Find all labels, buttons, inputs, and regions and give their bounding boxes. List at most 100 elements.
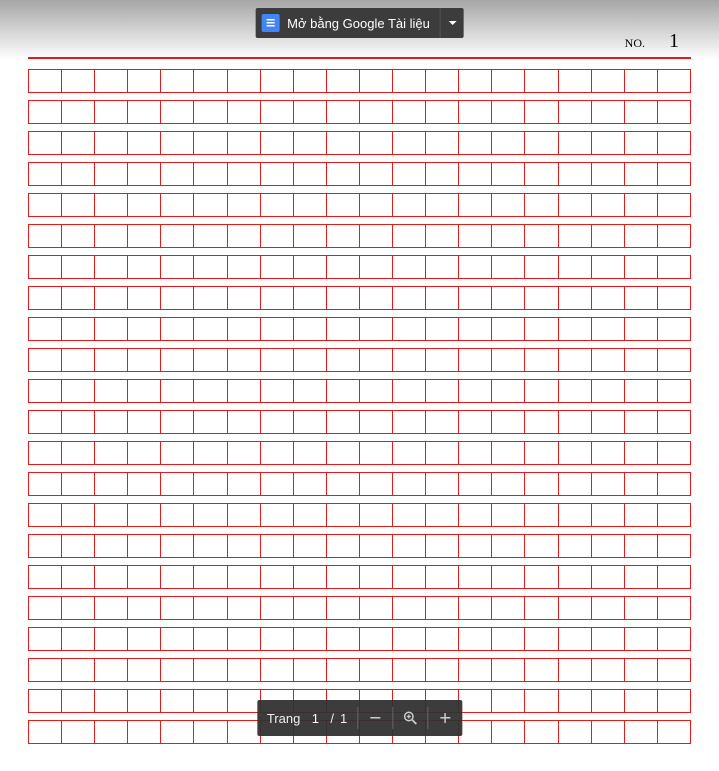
grid-cell [326,597,359,619]
grid-cell [558,566,591,588]
page-current-input[interactable]: 1 [306,711,324,726]
grid-cell [458,349,491,371]
chevron-down-icon [448,21,456,25]
grid-cell [227,628,260,650]
grid-cell [558,287,591,309]
grid-cell [425,225,458,247]
grid-cell [392,70,425,92]
grid-cell [61,628,94,650]
grid-cell [591,225,624,247]
grid-cell [260,659,293,681]
grid-cell [491,225,524,247]
grid-cell [227,163,260,185]
grid-cell [127,194,160,216]
grid-cell [260,504,293,526]
grid-cell [558,690,591,712]
grid-cell [227,535,260,557]
grid-cell [359,411,392,433]
grid-cell [127,566,160,588]
grid-cell [160,318,193,340]
grid-cell [558,473,591,495]
grid-cell [657,194,691,216]
no-value: 1 [669,30,679,53]
grid-cell [657,690,691,712]
grid-cell [558,659,591,681]
viewer-toolbar: Trang 1 / 1 [257,700,462,736]
grid-row [28,224,691,248]
grid-cell [94,318,127,340]
writing-grid [0,59,719,771]
grid-cell [425,566,458,588]
grid-cell [359,256,392,278]
grid-cell [160,690,193,712]
grid-cell [657,101,691,123]
grid-cell [657,163,691,185]
grid-cell [425,256,458,278]
grid-cell [359,535,392,557]
grid-cell [193,690,226,712]
grid-cell [227,473,260,495]
grid-cell [558,318,591,340]
grid-cell [260,163,293,185]
grid-cell [94,442,127,464]
no-label: NO. [625,36,645,51]
grid-cell [193,442,226,464]
grid-cell [28,597,61,619]
grid-cell [624,349,657,371]
grid-cell [458,132,491,154]
grid-cell [657,597,691,619]
grid-cell [425,287,458,309]
grid-cell [591,566,624,588]
grid-row [28,317,691,341]
grid-cell [326,442,359,464]
grid-cell [491,597,524,619]
open-with-button-group: Mở bằng Google Tài liệu [255,8,464,38]
grid-cell [260,473,293,495]
grid-cell [491,163,524,185]
grid-cell [524,721,557,743]
grid-cell [491,442,524,464]
grid-cell [94,132,127,154]
grid-cell [94,535,127,557]
grid-cell [359,70,392,92]
grid-cell [624,318,657,340]
grid-cell [458,566,491,588]
grid-cell [558,163,591,185]
grid-cell [61,473,94,495]
grid-cell [558,225,591,247]
grid-cell [657,225,691,247]
grid-cell [94,194,127,216]
grid-cell [160,349,193,371]
grid-cell [28,535,61,557]
grid-cell [28,256,61,278]
grid-cell [260,566,293,588]
grid-cell [392,132,425,154]
grid-cell [657,566,691,588]
grid-cell [28,194,61,216]
grid-cell [524,349,557,371]
grid-row [28,348,691,372]
grid-cell [558,504,591,526]
grid-cell [61,287,94,309]
grid-cell [524,380,557,402]
open-with-dropdown-button[interactable] [440,8,464,38]
grid-cell [94,659,127,681]
grid-cell [293,349,326,371]
grid-cell [127,659,160,681]
zoom-reset-button[interactable] [393,700,427,736]
page-label: Trang [267,711,300,726]
zoom-out-button[interactable] [358,700,392,736]
grid-cell [227,442,260,464]
open-with-google-docs-button[interactable]: Mở bằng Google Tài liệu [255,8,440,38]
grid-cell [193,411,226,433]
grid-cell [491,690,524,712]
grid-row [28,69,691,93]
zoom-in-button[interactable] [428,700,462,736]
grid-cell [293,659,326,681]
grid-cell [193,473,226,495]
grid-cell [326,473,359,495]
page-separator: / [330,711,334,726]
grid-cell [61,442,94,464]
grid-cell [591,721,624,743]
grid-cell [359,318,392,340]
